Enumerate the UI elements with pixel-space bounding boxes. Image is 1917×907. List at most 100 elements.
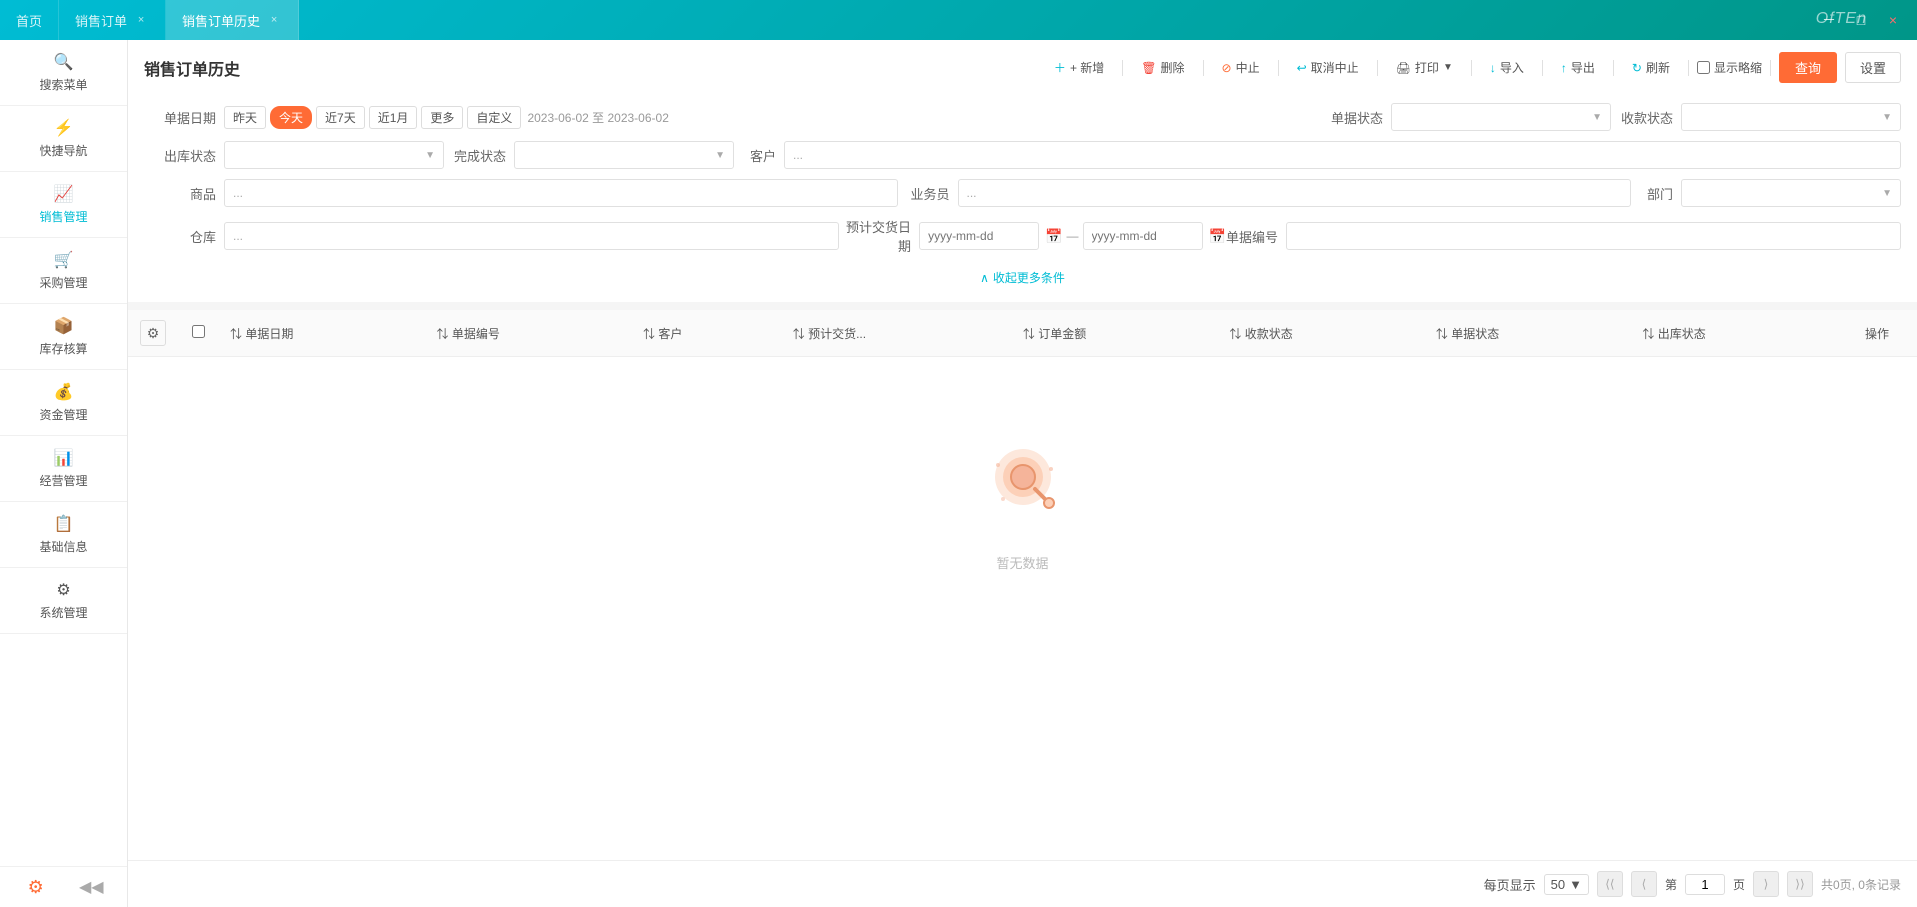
date-btn-group: 昨天 今天 近7天 近1月 更多 自定义: [224, 106, 521, 129]
product-label: 商品: [144, 184, 224, 203]
first-page-button[interactable]: ⟨⟨: [1597, 871, 1623, 897]
display-columns-checkbox[interactable]: [1697, 61, 1710, 74]
tab-home[interactable]: 首页: [0, 0, 59, 40]
outbound-status-select[interactable]: ▼: [224, 141, 444, 169]
new-button[interactable]: ＋ + 新增: [1044, 55, 1114, 80]
sidebar-item-inventory[interactable]: 📦 库存核算: [0, 304, 127, 370]
refresh-button[interactable]: ↻ 刷新: [1622, 55, 1680, 80]
pagination-bar: 每页显示 50 ▼ ⟨⟨ ⟨ 第 页 ⟩ ⟩⟩ 共0页, 0条记录: [128, 860, 1917, 907]
page-size-value: 50: [1551, 877, 1565, 892]
select-all-checkbox[interactable]: [192, 325, 205, 338]
completion-status-select[interactable]: ▼: [514, 141, 734, 169]
filter-row-3: 商品 ... 业务员 ... 部门 ▼: [144, 179, 1901, 207]
base-info-icon: 📋: [54, 514, 74, 534]
order-status-arrow: ▼: [1592, 112, 1602, 123]
department-select[interactable]: ▼: [1681, 179, 1901, 207]
sidebar-item-purchase-mgmt-label: 采购管理: [39, 274, 87, 291]
cancel-stop-button[interactable]: ↩ 取消中止: [1287, 55, 1369, 80]
page-size-select[interactable]: 50 ▼: [1544, 874, 1589, 895]
tab-sales-order[interactable]: 销售订单 ×: [59, 0, 166, 40]
sidebar-item-quick-nav[interactable]: ⚡ 快捷导航: [0, 106, 127, 172]
toolbar: ＋ + 新增 🗑 删除 ⊘ 中止 ↩ 取消中止: [1044, 52, 1901, 83]
cancel-stop-icon: ↩: [1297, 61, 1307, 75]
sidebar-collapse-icon[interactable]: ◀◀: [79, 875, 103, 899]
import-button[interactable]: ↓ 导入: [1480, 55, 1534, 80]
brand-watermark: OfTEn: [1816, 10, 1867, 28]
receive-status-label: 收款状态: [1611, 108, 1681, 127]
page-number-input[interactable]: [1685, 874, 1725, 895]
collapse-label: 收起更多条件: [993, 269, 1065, 286]
sidebar-item-sys-mgmt[interactable]: ⚙ 系统管理: [0, 568, 127, 634]
collapse-arrow: ∧: [980, 271, 989, 285]
outbound-status-arrow: ▼: [425, 150, 435, 161]
department-arrow: ▼: [1882, 188, 1892, 199]
sidebar-item-finance[interactable]: 💰 资金管理: [0, 370, 127, 436]
print-button[interactable]: 🖨 打印 ▼: [1386, 55, 1463, 80]
date-filter-label: 单据日期: [144, 108, 224, 127]
col-order-no: ⇅ 单据编号: [425, 310, 632, 357]
finance-icon: 💰: [54, 382, 74, 402]
col-order-amount: ⇅ 订单金额: [1011, 310, 1218, 357]
col-order-no-label: ⇅ 单据编号: [437, 327, 500, 341]
total-text: 共0页, 0条记录: [1821, 876, 1901, 893]
expected-delivery-from[interactable]: [919, 222, 1039, 250]
calendar-icon-to[interactable]: 📅: [1209, 228, 1226, 245]
export-button[interactable]: ↑ 导出: [1551, 55, 1605, 80]
inventory-icon: 📦: [54, 316, 74, 336]
col-receive-status-label: ⇅ 收款状态: [1229, 327, 1292, 341]
sidebar-item-purchase-mgmt[interactable]: 🛒 采购管理: [0, 238, 127, 304]
order-no-input[interactable]: [1286, 222, 1901, 250]
divider-7: [1613, 60, 1614, 76]
sidebar-item-sales-mgmt-label: 销售管理: [39, 208, 87, 225]
date-btn-today[interactable]: 今天: [270, 106, 312, 129]
sidebar-item-operations[interactable]: 📊 经营管理: [0, 436, 127, 502]
tab-sales-order-history[interactable]: 销售订单历史 ×: [166, 0, 299, 40]
receive-status-select[interactable]: ▼: [1681, 103, 1901, 131]
gear-button[interactable]: ⚙: [140, 320, 166, 346]
display-columns-toggle[interactable]: 显示略缩: [1697, 59, 1762, 76]
page-suffix: 页: [1733, 876, 1745, 893]
tab-sales-order-close[interactable]: ×: [133, 12, 149, 28]
prev-page-button[interactable]: ⟨: [1631, 871, 1657, 897]
collapse-bar[interactable]: ∧ 收起更多条件: [144, 265, 1901, 290]
date-btn-1month[interactable]: 近1月: [369, 106, 418, 129]
settings-button[interactable]: 设置: [1845, 52, 1901, 83]
col-checkbox: [178, 310, 218, 357]
sys-mgmt-icon: ⚙: [54, 580, 74, 600]
col-customer: ⇅ 客户: [631, 310, 781, 357]
page-label: 第: [1665, 876, 1677, 893]
print-label: 打印: [1415, 59, 1439, 76]
col-date-label: ⇅ 单据日期: [230, 327, 293, 341]
close-button[interactable]: ×: [1881, 8, 1905, 32]
col-order-status: ⇅ 单据状态: [1424, 310, 1631, 357]
delete-button[interactable]: 🗑 删除: [1131, 55, 1194, 80]
customer-input[interactable]: ...: [784, 141, 1901, 169]
tab-sales-order-history-close[interactable]: ×: [266, 12, 282, 28]
empty-state-illustration: [973, 437, 1073, 537]
date-btn-yesterday[interactable]: 昨天: [224, 106, 266, 129]
delete-icon: 🗑: [1141, 61, 1156, 75]
expected-delivery-to[interactable]: [1083, 222, 1203, 250]
search-button[interactable]: 查询: [1779, 52, 1837, 83]
refresh-icon: ↻: [1632, 61, 1642, 75]
product-input[interactable]: ...: [224, 179, 898, 207]
warehouse-input[interactable]: ...: [224, 222, 839, 250]
divider-1: [1122, 60, 1123, 76]
date-btn-7days[interactable]: 近7天: [316, 106, 365, 129]
page-header: 销售订单历史 ＋ + 新增 🗑 删除 ⊘ 中止 ↩: [128, 40, 1917, 91]
sidebar-settings-icon[interactable]: ⚙: [24, 875, 48, 899]
order-status-select[interactable]: ▼: [1391, 103, 1611, 131]
sidebar-item-base-info[interactable]: 📋 基础信息: [0, 502, 127, 568]
sidebar-item-sales-mgmt[interactable]: 📈 销售管理: [0, 172, 127, 238]
next-page-button[interactable]: ⟩: [1753, 871, 1779, 897]
calendar-icon-from[interactable]: 📅: [1045, 228, 1062, 245]
date-btn-more[interactable]: 更多: [421, 106, 463, 129]
last-page-button[interactable]: ⟩⟩: [1787, 871, 1813, 897]
col-date: ⇅ 单据日期: [218, 310, 425, 357]
stop-button[interactable]: ⊘ 中止: [1212, 55, 1270, 80]
completion-status-arrow: ▼: [715, 150, 725, 161]
sidebar-item-search-menu[interactable]: 🔍 搜索菜单: [0, 40, 127, 106]
salesman-input[interactable]: ...: [958, 179, 1632, 207]
date-btn-custom[interactable]: 自定义: [467, 106, 521, 129]
col-order-status-label: ⇅ 单据状态: [1436, 327, 1499, 341]
